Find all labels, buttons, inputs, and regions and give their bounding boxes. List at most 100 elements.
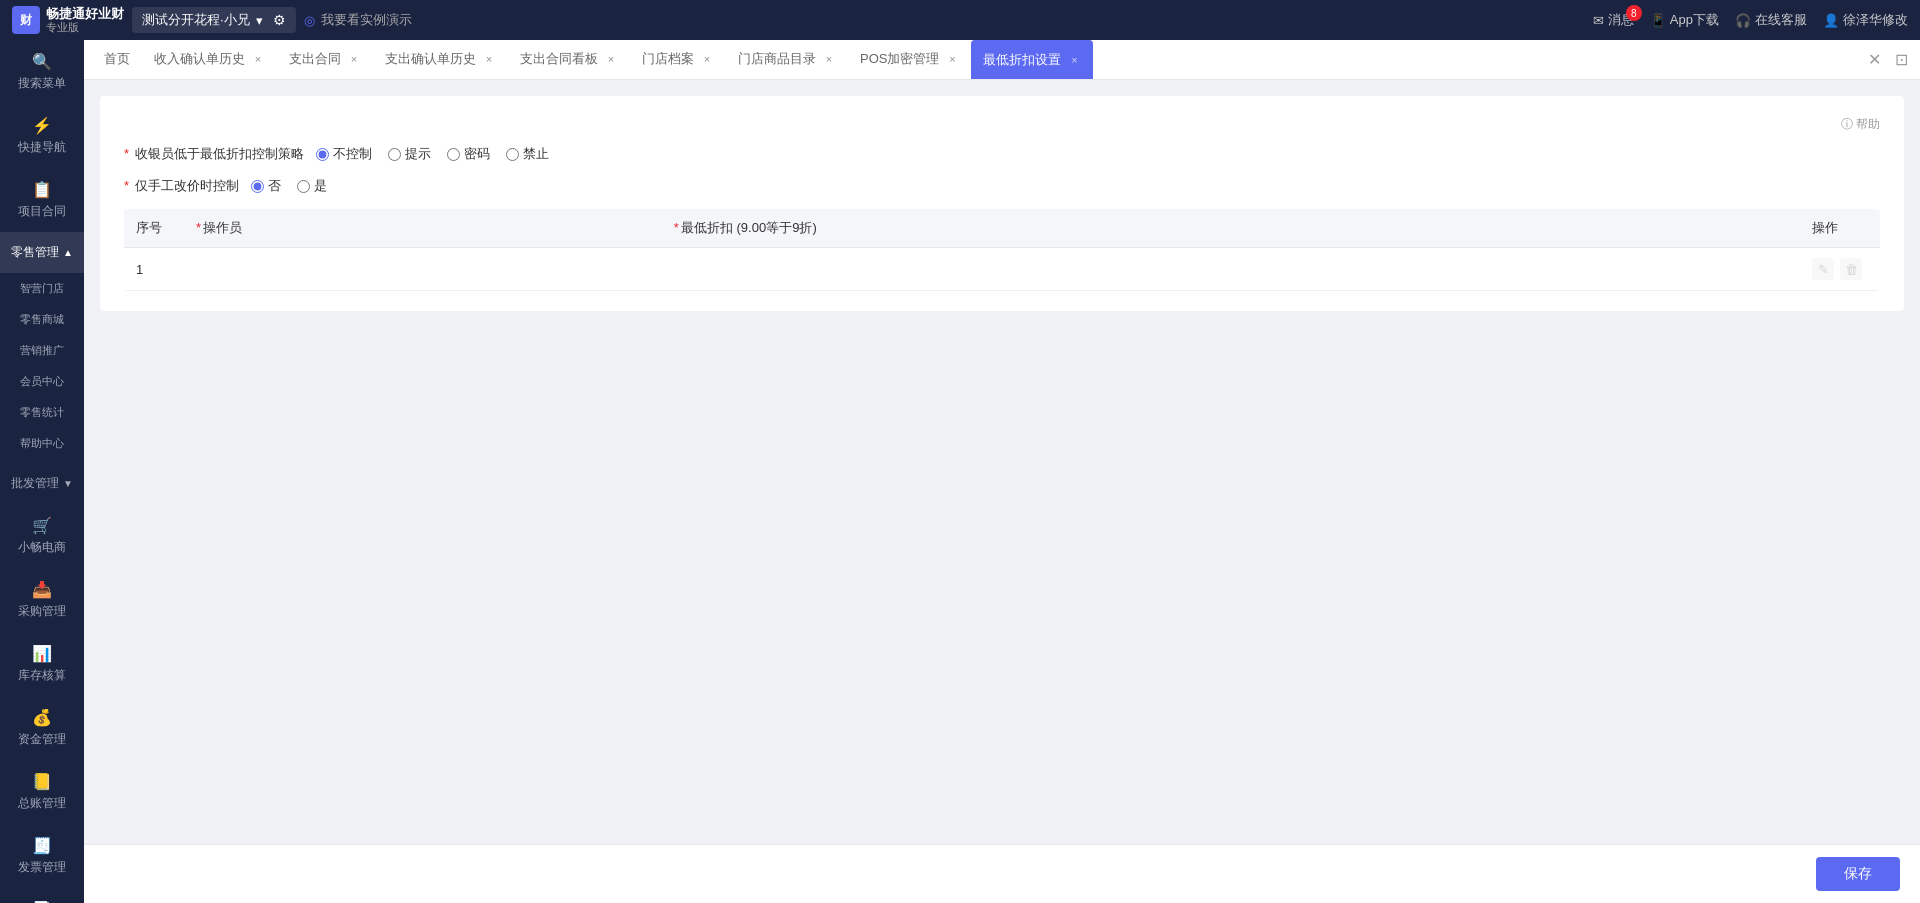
sidebar-item-ledger-label: 总账管理 [18, 795, 66, 812]
message-button[interactable]: ✉ 消息 8 [1593, 11, 1634, 29]
radio-yes[interactable]: 是 [297, 177, 327, 195]
tab-payment-board[interactable]: 支出合同看板 × [508, 40, 630, 80]
sidebar-item-invoice[interactable]: 🧾 发票管理 [0, 824, 84, 888]
sidebar-item-project[interactable]: 📋 项目合同 [0, 168, 84, 232]
table-header-row: 序号 *操作员 *最低折扣 (9.00等于9折) 操作 [124, 209, 1880, 248]
sidebar-item-retail-mall[interactable]: 零售商城 [0, 304, 84, 335]
sidebar-item-search-label: 搜索菜单 [18, 75, 66, 92]
sidebar-item-help[interactable]: 帮助中心 [0, 428, 84, 459]
tab-close-button[interactable]: ✕ [1864, 48, 1885, 71]
demo-link-text: 我要看实例演示 [321, 11, 412, 29]
sidebar-item-tax[interactable]: 📑 税务管理 [0, 888, 84, 903]
sidebar-item-smart-store[interactable]: 智营门店 [0, 273, 84, 304]
help-label: 帮助 [1856, 116, 1880, 133]
table-row: 1 ✎ 🗑 [124, 248, 1880, 291]
radio-no-control-label: 不控制 [333, 145, 372, 163]
app-download-button[interactable]: 📱 App下载 [1650, 11, 1719, 29]
avatar-icon: 👤 [1823, 13, 1839, 28]
edition-label: 专业版 [46, 21, 124, 34]
sidebar-item-retail-stat[interactable]: 零售统计 [0, 397, 84, 428]
radio-forbid[interactable]: 禁止 [506, 145, 549, 163]
delete-icon-button[interactable]: 🗑 [1840, 258, 1862, 280]
sidebar-item-ledger[interactable]: 📒 总账管理 [0, 760, 84, 824]
radio-yes-input[interactable] [297, 180, 310, 193]
radio-remind[interactable]: 提示 [388, 145, 431, 163]
tab-income-confirm[interactable]: 收入确认单历史 × [142, 40, 277, 80]
logo-text: 畅捷通好业财 专业版 [46, 6, 124, 35]
sidebar-item-purchase-label: 采购管理 [18, 603, 66, 620]
tab-store-file[interactable]: 门店档案 × [630, 40, 726, 80]
dot-icon: ◎ [304, 13, 315, 28]
help-link[interactable]: ⓘ 帮助 [1841, 116, 1880, 133]
tab-min-discount-close[interactable]: × [1067, 53, 1081, 67]
radio-password-input[interactable] [447, 148, 460, 161]
tab-store-file-close[interactable]: × [700, 52, 714, 66]
message-icon: ✉ [1593, 13, 1604, 28]
sidebar-item-inventory[interactable]: 📊 库存核算 [0, 632, 84, 696]
tab-payment-contract[interactable]: 支出合同 × [277, 40, 373, 80]
sidebar-item-search[interactable]: 🔍 搜索菜单 [0, 40, 84, 104]
sidebar-item-finance[interactable]: 💰 资金管理 [0, 696, 84, 760]
save-button[interactable]: 保存 [1816, 857, 1900, 891]
radio-no-input[interactable] [251, 180, 264, 193]
radio-remind-input[interactable] [388, 148, 401, 161]
sidebar-item-retail[interactable]: 零售管理 ▲ [0, 232, 84, 273]
top-bar: 财 畅捷通好业财 专业版 测试分开花程·小兄 ▾ ⚙ ◎ 我要看实例演示 ✉ 消… [0, 0, 1920, 40]
th-operator: *操作员 [184, 209, 662, 248]
sidebar-item-batch[interactable]: 批发管理 ▼ [0, 463, 84, 504]
sidebar-item-marketing-label: 营销推广 [20, 343, 64, 358]
tab-pos-password-close[interactable]: × [945, 52, 959, 66]
content-area: 首页 收入确认单历史 × 支出合同 × 支出确认单历史 × 支出合同看板 × 门… [84, 40, 1920, 903]
tab-min-discount[interactable]: 最低折扣设置 × [971, 40, 1093, 80]
radio-password[interactable]: 密码 [447, 145, 490, 163]
download-icon: 📱 [1650, 13, 1666, 28]
project-selector[interactable]: 测试分开花程·小兄 ▾ ⚙ [132, 7, 296, 33]
sidebar-item-finance-label: 资金管理 [18, 731, 66, 748]
sidebar-item-purchase[interactable]: 📥 采购管理 [0, 568, 84, 632]
finance-icon: 💰 [32, 708, 52, 727]
tab-payment-confirm-close[interactable]: × [482, 52, 496, 66]
tab-income-confirm-close[interactable]: × [251, 52, 265, 66]
sidebar: 🔍 搜索菜单 ⚡ 快捷导航 📋 项目合同 零售管理 ▲ 智营门店 零售商城 营销… [0, 40, 84, 903]
logo-icon: 财 [12, 6, 40, 34]
manual-price-radio-group: 否 是 [251, 177, 327, 195]
radio-forbid-input[interactable] [506, 148, 519, 161]
tab-payment-contract-close[interactable]: × [347, 52, 361, 66]
sidebar-item-shortcut[interactable]: ⚡ 快捷导航 [0, 104, 84, 168]
demo-link[interactable]: ◎ 我要看实例演示 [304, 11, 412, 29]
ledger-icon: 📒 [32, 772, 52, 791]
sidebar-item-shortcut-label: 快捷导航 [18, 139, 66, 156]
tab-payment-board-close[interactable]: × [604, 52, 618, 66]
tab-pos-password[interactable]: POS加密管理 × [848, 40, 971, 80]
page-content: ⓘ 帮助 * 收银员低于最低折扣控制策略 不控制 [84, 80, 1920, 844]
tab-store-products-close[interactable]: × [822, 52, 836, 66]
radio-no-control-input[interactable] [316, 148, 329, 161]
edit-icon-button[interactable]: ✎ [1812, 258, 1834, 280]
tab-payment-board-label: 支出合同看板 [520, 50, 598, 68]
discount-table-container: 序号 *操作员 *最低折扣 (9.00等于9折) 操作 [124, 209, 1880, 291]
user-button[interactable]: 👤 徐泽华修改 [1823, 11, 1908, 29]
tab-store-file-label: 门店档案 [642, 50, 694, 68]
tab-home[interactable]: 首页 [92, 40, 142, 80]
sidebar-item-member-label: 会员中心 [20, 374, 64, 389]
sidebar-item-marketing[interactable]: 营销推广 [0, 335, 84, 366]
sidebar-item-ecommerce[interactable]: 🛒 小畅电商 [0, 504, 84, 568]
logo-area: 财 畅捷通好业财 专业版 [12, 6, 124, 35]
sidebar-item-batch-label: 批发管理 [11, 475, 59, 492]
tab-store-products[interactable]: 门店商品目录 × [726, 40, 848, 80]
online-service-button[interactable]: 🎧 在线客服 [1735, 11, 1807, 29]
settings-icon[interactable]: ⚙ [273, 12, 286, 28]
radio-no[interactable]: 否 [251, 177, 281, 195]
project-name: 测试分开花程·小兄 [142, 11, 250, 29]
radio-no-control[interactable]: 不控制 [316, 145, 372, 163]
manual-price-required: * [124, 178, 129, 193]
cashier-policy-label: * 收银员低于最低折扣控制策略 [124, 145, 304, 163]
tab-maximize-button[interactable]: ⊡ [1891, 48, 1912, 71]
sidebar-item-member[interactable]: 会员中心 [0, 366, 84, 397]
manual-price-row: * 仅手工改价时控制 否 是 [124, 177, 1880, 195]
tab-income-confirm-label: 收入确认单历史 [154, 50, 245, 68]
cell-operator [184, 248, 662, 291]
tab-payment-confirm[interactable]: 支出确认单历史 × [373, 40, 508, 80]
online-service-label: 在线客服 [1755, 11, 1807, 29]
cell-action: ✎ 🗑 [1800, 248, 1880, 291]
